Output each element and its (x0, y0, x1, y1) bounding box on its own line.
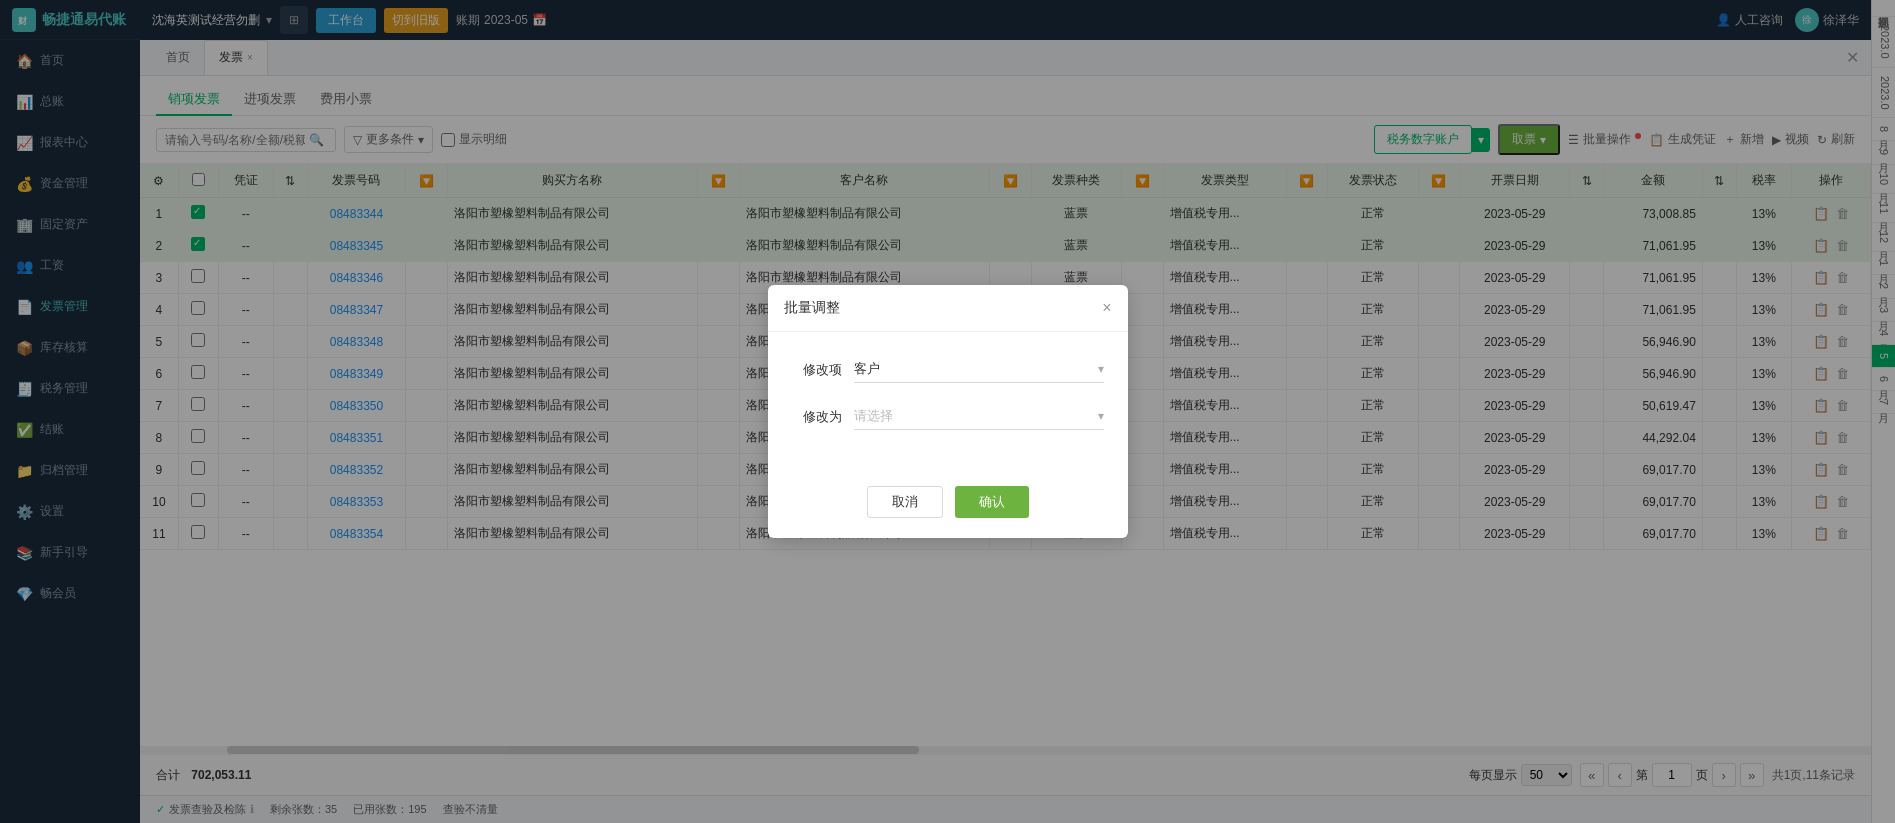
modify-field-value: 客户 (854, 360, 880, 378)
modify-field-dropdown-icon: ▾ (1098, 362, 1104, 376)
modal-header: 批量调整 × (768, 285, 1128, 332)
modal-close-btn[interactable]: × (1102, 299, 1111, 317)
modify-field-label: 修改项 (792, 361, 842, 379)
modify-value-select[interactable]: 请选择 ▾ (854, 403, 1104, 430)
modify-field-row: 修改项 客户 ▾ (792, 356, 1104, 383)
confirm-btn[interactable]: 确认 (955, 486, 1029, 518)
modal-body: 修改项 客户 ▾ 修改为 请选择 ▾ (768, 332, 1128, 474)
modify-value-row: 修改为 请选择 ▾ (792, 403, 1104, 430)
modify-value-placeholder: 请选择 (854, 407, 893, 425)
modal-overlay[interactable]: 批量调整 × 修改项 客户 ▾ 修改为 请选择 ▾ 取消 确认 (0, 0, 1895, 823)
batch-adjust-modal: 批量调整 × 修改项 客户 ▾ 修改为 请选择 ▾ 取消 确认 (768, 285, 1128, 538)
modal-footer: 取消 确认 (768, 474, 1128, 538)
modify-field-select[interactable]: 客户 ▾ (854, 356, 1104, 383)
modal-title: 批量调整 (784, 299, 840, 317)
modify-value-dropdown-icon: ▾ (1098, 409, 1104, 423)
modify-value-label: 修改为 (792, 408, 842, 426)
cancel-btn[interactable]: 取消 (867, 486, 943, 518)
